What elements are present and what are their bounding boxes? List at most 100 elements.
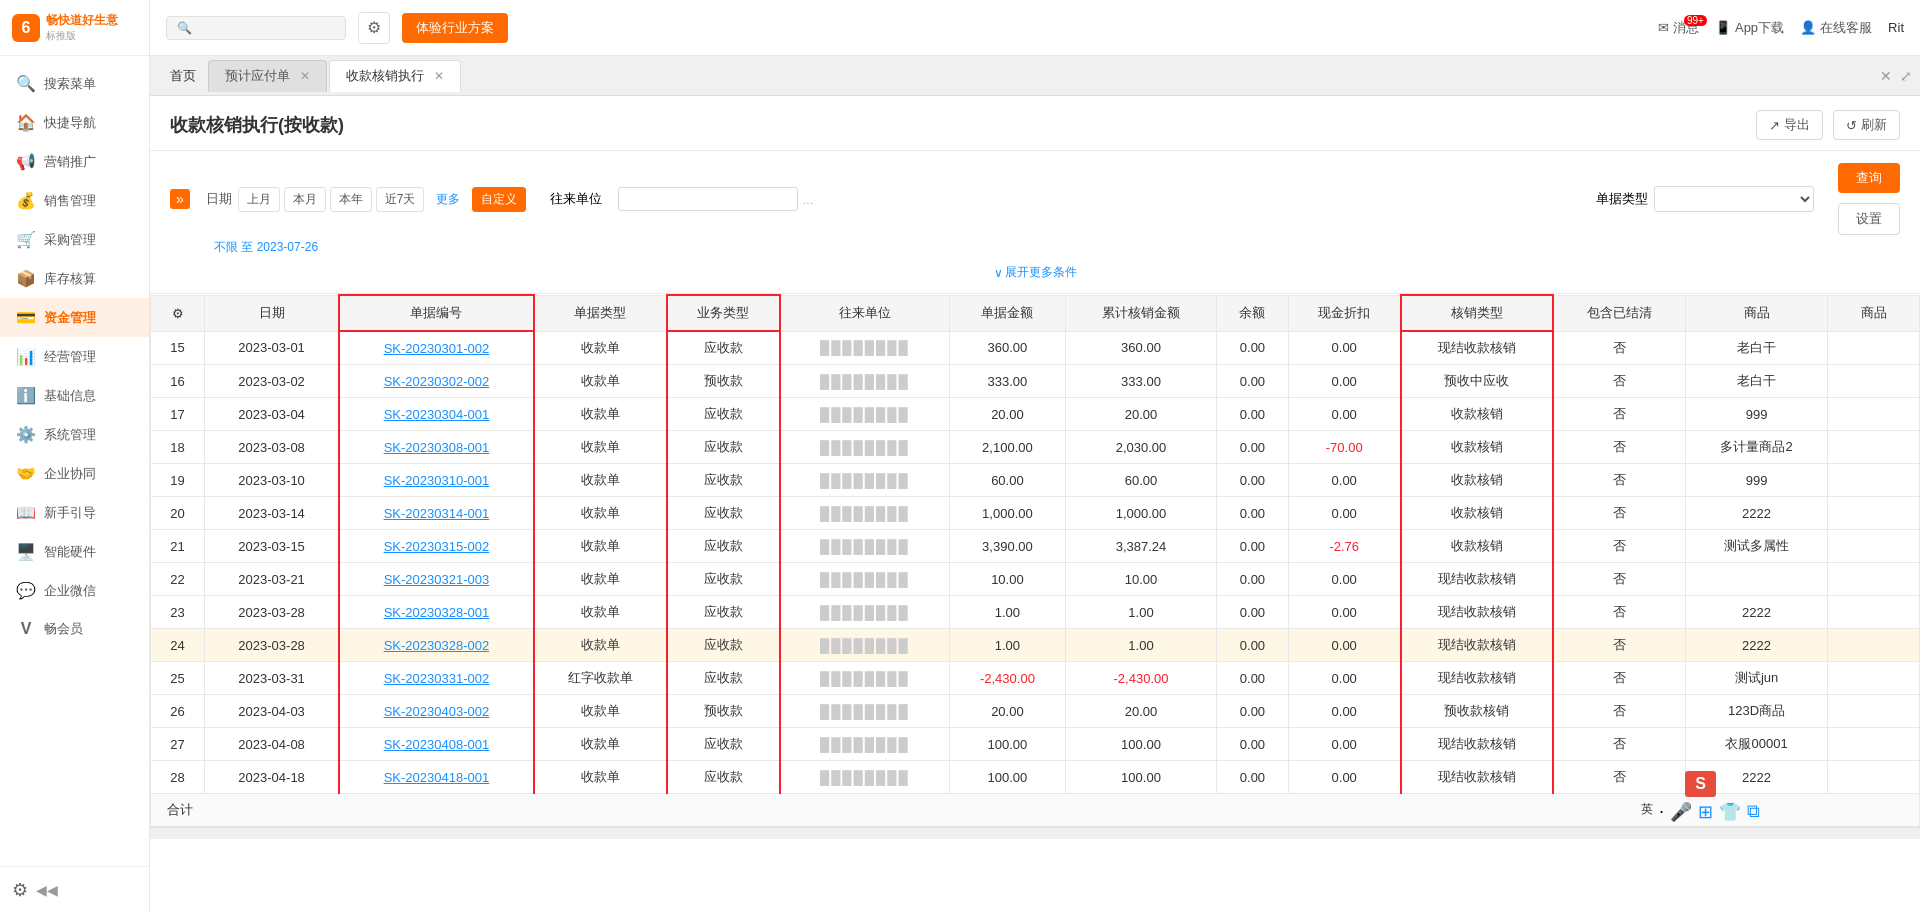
cell-docno[interactable]: SK-20230408-001 xyxy=(339,728,534,761)
collapse-icon[interactable]: ◀◀ xyxy=(36,882,58,898)
sidebar-item-system[interactable]: ⚙️ 系统管理 xyxy=(0,415,149,454)
sidebar-item-enterprise[interactable]: 🤝 企业协同 xyxy=(0,454,149,493)
cell-writeoff-type: 现结收款核销 xyxy=(1401,331,1554,365)
sidebar-item-member[interactable]: V 畅会员 xyxy=(0,610,149,648)
cell-docno[interactable]: SK-20230301-002 xyxy=(339,331,534,365)
sidebar-label-system: 系统管理 xyxy=(44,426,96,444)
filter-expand-arrow[interactable]: » xyxy=(170,189,190,209)
grid-icon: ⊞ xyxy=(1698,801,1713,823)
filter-collapse-btn[interactable]: » xyxy=(170,189,190,209)
sidebar-item-guide[interactable]: 📖 新手引导 xyxy=(0,493,149,532)
cell-include-settled: 否 xyxy=(1553,398,1685,431)
sidebar-item-search[interactable]: 🔍 搜索菜单 xyxy=(0,64,149,103)
cell-docno[interactable]: SK-20230304-001 xyxy=(339,398,534,431)
cell-counterpart: ████████ xyxy=(780,629,950,662)
date-btn-this-year[interactable]: 本年 xyxy=(330,187,372,212)
sidebar-label-search: 搜索菜单 xyxy=(44,75,96,93)
cell-cash-discount: 0.00 xyxy=(1288,464,1400,497)
sidebar-item-capital[interactable]: 💳 资金管理 xyxy=(0,298,149,337)
cell-amount: 3,390.00 xyxy=(949,530,1065,563)
sidebar-item-quicknav[interactable]: 🏠 快捷导航 xyxy=(0,103,149,142)
tab-close-all-icon[interactable]: ✕ xyxy=(1880,68,1892,84)
cell-docno[interactable]: SK-20230331-002 xyxy=(339,662,534,695)
th-counterpart[interactable]: 往来单位 xyxy=(780,295,950,331)
cell-date: 2023-03-14 xyxy=(205,497,339,530)
cell-docno[interactable]: SK-20230315-002 xyxy=(339,530,534,563)
expand-conditions-btn[interactable]: ∨ 展开更多条件 xyxy=(170,264,1900,281)
filter-counterpart-input-wrap: ... xyxy=(618,187,1580,211)
cell-include-settled: 否 xyxy=(1553,629,1685,662)
th-include-settled[interactable]: 包含已结清 xyxy=(1553,295,1685,331)
message-button[interactable]: ✉ 消息 99+ xyxy=(1658,19,1699,37)
cell-include-settled: 否 xyxy=(1553,563,1685,596)
th-product1[interactable]: 商品 xyxy=(1685,295,1827,331)
date-btn-custom[interactable]: 自定义 xyxy=(472,187,526,212)
cell-docno[interactable]: SK-20230328-002 xyxy=(339,629,534,662)
tab-expand-icon[interactable]: ⤢ xyxy=(1900,68,1912,84)
dot-icon: · xyxy=(1659,801,1664,823)
date-btn-more[interactable]: 更多 xyxy=(428,188,468,211)
cell-counterpart: ████████ xyxy=(780,662,950,695)
sidebar-item-operation[interactable]: 📊 经营管理 xyxy=(0,337,149,376)
th-amount[interactable]: 单据金额 xyxy=(949,295,1065,331)
date-btn-this-month[interactable]: 本月 xyxy=(284,187,326,212)
purchase-icon: 🛒 xyxy=(16,230,36,249)
cell-docno[interactable]: SK-20230403-002 xyxy=(339,695,534,728)
date-btn-last-month[interactable]: 上月 xyxy=(238,187,280,212)
cell-balance: 0.00 xyxy=(1217,530,1289,563)
counterpart-input[interactable] xyxy=(618,187,798,211)
tab-prepay-close[interactable]: ✕ xyxy=(300,69,310,83)
th-write-off-type[interactable]: 核销类型 xyxy=(1401,295,1554,331)
cell-docno[interactable]: SK-20230310-001 xyxy=(339,464,534,497)
cell-doctype: 收款单 xyxy=(534,596,667,629)
cell-cash-discount: 0.00 xyxy=(1288,761,1400,794)
th-product2[interactable]: 商品 xyxy=(1828,295,1920,331)
sidebar-item-purchase[interactable]: 🛒 采购管理 xyxy=(0,220,149,259)
service-label: 在线客服 xyxy=(1820,19,1872,37)
cell-docno[interactable]: SK-20230321-003 xyxy=(339,563,534,596)
cell-no: 20 xyxy=(151,497,205,530)
solution-button[interactable]: 体验行业方案 xyxy=(402,13,508,43)
cell-docno[interactable]: SK-20230314-001 xyxy=(339,497,534,530)
th-balance[interactable]: 余额 xyxy=(1217,295,1289,331)
cell-product1: 2222 xyxy=(1685,629,1827,662)
cell-docno[interactable]: SK-20230308-001 xyxy=(339,431,534,464)
cell-doctype: 收款单 xyxy=(534,497,667,530)
export-button[interactable]: ↗ 导出 xyxy=(1756,110,1823,140)
user-info[interactable]: Rit xyxy=(1888,20,1904,35)
date-btn-7days[interactable]: 近7天 xyxy=(376,187,425,212)
doctype-select[interactable] xyxy=(1654,186,1814,212)
tab-collection-close[interactable]: ✕ xyxy=(434,69,444,83)
setting-button[interactable]: 设置 xyxy=(1838,203,1900,235)
th-total-write-off[interactable]: 累计核销金额 xyxy=(1065,295,1216,331)
th-cash-discount[interactable]: 现金折扣 xyxy=(1288,295,1400,331)
tab-home[interactable]: 首页 xyxy=(158,67,208,85)
query-button[interactable]: 查询 xyxy=(1838,163,1900,193)
cell-product2 xyxy=(1828,662,1920,695)
settings-icon[interactable]: ⚙ xyxy=(12,879,28,901)
th-date[interactable]: 日期 xyxy=(205,295,339,331)
sidebar-item-inventory[interactable]: 📦 库存核算 xyxy=(0,259,149,298)
sidebar-item-hardware[interactable]: 🖥️ 智能硬件 xyxy=(0,532,149,571)
sidebar-item-marketing[interactable]: 📢 营销推广 xyxy=(0,142,149,181)
service-button[interactable]: 👤 在线客服 xyxy=(1800,19,1872,37)
tab-collection[interactable]: 收款核销执行 ✕ xyxy=(329,60,461,92)
horizontal-scrollbar[interactable] xyxy=(150,827,1920,839)
th-biztype[interactable]: 业务类型 xyxy=(667,295,780,331)
tab-prepay[interactable]: 预计应付单 ✕ xyxy=(208,60,327,92)
th-docno[interactable]: 单据编号 xyxy=(339,295,534,331)
sidebar-item-sales[interactable]: 💰 销售管理 xyxy=(0,181,149,220)
cell-product2 xyxy=(1828,728,1920,761)
sidebar-item-basic[interactable]: ℹ️ 基础信息 xyxy=(0,376,149,415)
app-download-button[interactable]: 📱 App下载 xyxy=(1715,19,1784,37)
th-doctype[interactable]: 单据类型 xyxy=(534,295,667,331)
cell-docno[interactable]: SK-20230328-001 xyxy=(339,596,534,629)
cell-docno[interactable]: SK-20230302-002 xyxy=(339,365,534,398)
sidebar-item-wechat[interactable]: 💬 企业微信 xyxy=(0,571,149,610)
th-gear[interactable]: ⚙ xyxy=(151,295,205,331)
gear-button[interactable]: ⚙ xyxy=(358,12,390,44)
cell-no: 15 xyxy=(151,331,205,365)
refresh-button[interactable]: ↺ 刷新 xyxy=(1833,110,1900,140)
cell-cash-discount: -2.76 xyxy=(1288,530,1400,563)
cell-docno[interactable]: SK-20230418-001 xyxy=(339,761,534,794)
